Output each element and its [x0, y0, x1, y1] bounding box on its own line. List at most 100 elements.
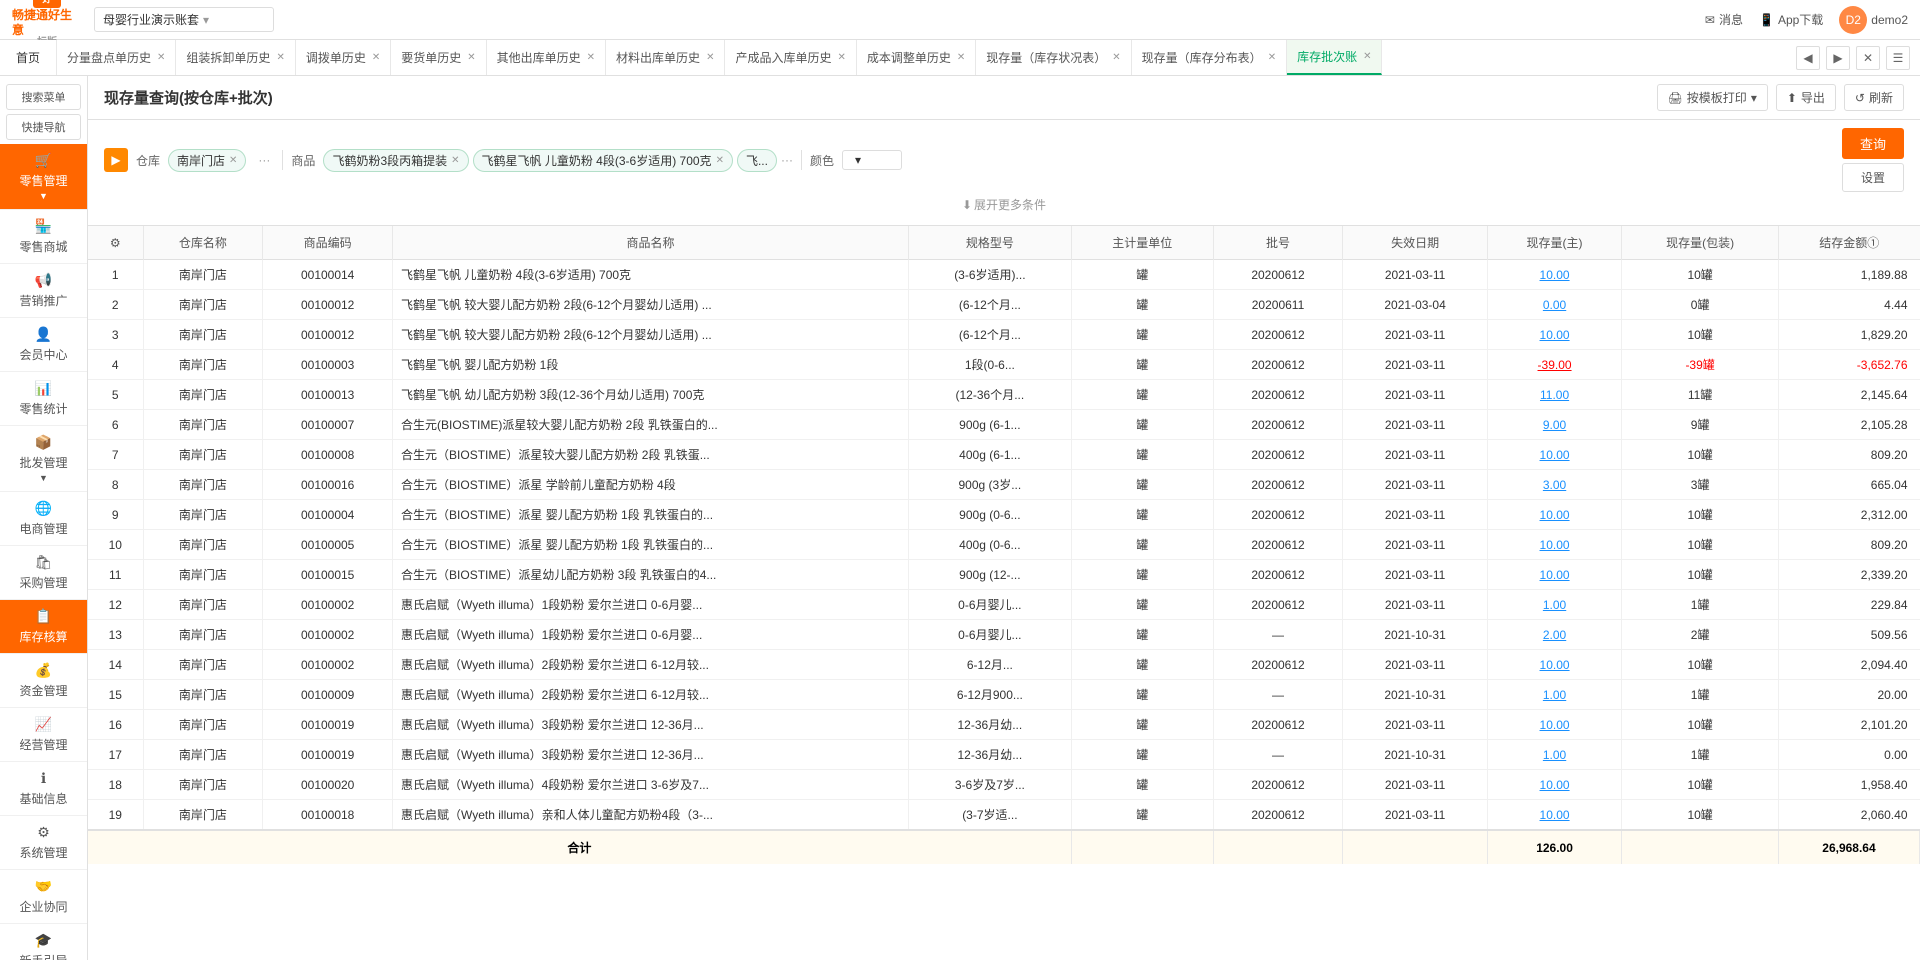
tab-prev-btn[interactable]: ◀ [1796, 46, 1820, 70]
col-settings[interactable]: ⚙ [88, 226, 143, 260]
cell-qty-main[interactable]: 1.00 [1487, 740, 1622, 770]
cell-qty-main[interactable]: 10.00 [1487, 770, 1622, 800]
sidebar-item-ops-mgmt[interactable]: 📈 经营管理 [0, 708, 87, 762]
tab-close-icon[interactable]: ✕ [957, 52, 965, 63]
tab-close-icon[interactable]: ✕ [837, 52, 845, 63]
product-tag-1[interactable]: 飞鹤奶粉3段丙箱提装 ✕ [323, 149, 468, 172]
inventory-icon: 📋 [35, 608, 52, 625]
query-btn[interactable]: 查询 [1842, 128, 1904, 159]
cell-qty-main[interactable]: 1.00 [1487, 680, 1622, 710]
tab-close-icon[interactable]: ✕ [1363, 51, 1371, 62]
tab-close-icon[interactable]: ✕ [587, 52, 595, 63]
expand-more-btn[interactable]: ⬇ 展开更多条件 [962, 196, 1046, 213]
tab-chengben-tiaozheng[interactable]: 成本调整单历史 ✕ [857, 40, 976, 75]
sidebar-item-enterprise[interactable]: 🤝 企业协同 [0, 870, 87, 924]
cell-name: 合生元（BIOSTIME）派星 婴儿配方奶粉 1段 乳铁蛋白的... [393, 500, 909, 530]
cell-qty-main[interactable]: 10.00 [1487, 710, 1622, 740]
cell-qty-main[interactable]: 11.00 [1487, 380, 1622, 410]
sidebar-item-guide[interactable]: 🎓 新手引导 [0, 924, 87, 960]
ecommerce-icon: 🌐 [35, 500, 52, 517]
cell-expire: 2021-03-11 [1343, 710, 1487, 740]
color-filter-dropdown[interactable]: ▾ [842, 150, 902, 170]
cell-qty-main[interactable]: 10.00 [1487, 560, 1622, 590]
expand-icon: ▶ [111, 153, 120, 167]
message-btn[interactable]: ✉ 消息 [1705, 11, 1743, 28]
tab-close-icon[interactable]: ✕ [372, 52, 380, 63]
cell-qty-main[interactable]: 10.00 [1487, 800, 1622, 831]
stats-icon: 📊 [35, 380, 52, 397]
cell-qty-main[interactable]: 10.00 [1487, 260, 1622, 290]
tab-close-icon[interactable]: ✕ [467, 52, 475, 63]
cell-unit: 罐 [1071, 740, 1213, 770]
tag-close-icon[interactable]: ✕ [451, 155, 459, 166]
cell-qty-main[interactable]: 0.00 [1487, 290, 1622, 320]
search-menu-btn[interactable]: 搜索菜单 [6, 84, 81, 110]
tag-close-icon[interactable]: ✕ [229, 155, 237, 166]
cell-qty-main[interactable]: 1.00 [1487, 590, 1622, 620]
export-btn[interactable]: ⬆ 导出 [1776, 84, 1836, 111]
tab-cailiao-chuku[interactable]: 材料出库单历史 ✕ [606, 40, 725, 75]
product-tag-3[interactable]: 飞... [737, 149, 777, 172]
tab-zuzhuangchaijian[interactable]: 组装拆卸单历史 ✕ [176, 40, 295, 75]
cell-qty-pkg: 11罐 [1622, 380, 1779, 410]
sidebar-item-wholesale[interactable]: 📦 批发管理 ▼ [0, 426, 87, 492]
tab-close-icon[interactable]: ✕ [706, 52, 714, 63]
tab-kucun-pici[interactable]: 库存批次账 ✕ [1287, 40, 1382, 75]
sidebar-item-retail-mgmt[interactable]: 🛒 零售管理 ▼ [0, 144, 87, 210]
table-area: ⚙ 仓库名称 商品编码 商品名称 规格型号 主计量单位 批号 失效日期 现存量(… [88, 226, 1920, 960]
tab-home[interactable]: 首页 [0, 40, 57, 75]
cell-qty-main[interactable]: -39.00 [1487, 350, 1622, 380]
product-tag-2[interactable]: 飞鹤星飞帆 儿童奶粉 4段(3-6岁适用) 700克 ✕ [473, 149, 733, 172]
cell-warehouse: 南岸门店 [143, 260, 263, 290]
sidebar-item-retail-stats[interactable]: 📊 零售统计 [0, 372, 87, 426]
sidebar-item-purchase[interactable]: 🛍 采购管理 [0, 546, 87, 600]
tab-close-icon[interactable]: ✕ [1112, 52, 1120, 63]
col-expire: 失效日期 [1343, 226, 1487, 260]
cell-qty-main[interactable]: 10.00 [1487, 650, 1622, 680]
sidebar-item-basic-info[interactable]: ℹ 基础信息 [0, 762, 87, 816]
company-select[interactable]: 母婴行业演示账套 ▾ [94, 7, 274, 32]
tab-chanchenpin-ruku[interactable]: 产成品入库单历史 ✕ [725, 40, 856, 75]
cell-name: 惠氏启赋（Wyeth illuma）亲和人体儿童配方奶粉4段（3-... [393, 800, 909, 831]
sidebar-item-retail-shop[interactable]: 🏪 零售商城 [0, 210, 87, 264]
cell-qty-main[interactable]: 10.00 [1487, 530, 1622, 560]
tab-close-icon[interactable]: ✕ [276, 52, 284, 63]
cell-amount: 2,094.40 [1778, 650, 1919, 680]
cell-qty-main[interactable]: 10.00 [1487, 500, 1622, 530]
sidebar-item-ecommerce[interactable]: 🌐 电商管理 [0, 492, 87, 546]
user-info[interactable]: D2 demo2 [1839, 6, 1908, 34]
sidebar-item-member[interactable]: 👤 会员中心 [0, 318, 87, 372]
cell-qty-main[interactable]: 3.00 [1487, 470, 1622, 500]
tab-xiancunliang-fenbiao[interactable]: 现存量（库存分布表） ✕ [1132, 40, 1287, 75]
tab-next-btn[interactable]: ▶ [1826, 46, 1850, 70]
sidebar-item-inventory[interactable]: 📋 库存核算 [0, 600, 87, 654]
cell-qty-main[interactable]: 9.00 [1487, 410, 1622, 440]
settings-btn[interactable]: 设置 [1842, 163, 1904, 192]
cell-code: 00100018 [263, 800, 393, 831]
tab-diaobo[interactable]: 调拨单历史 ✕ [296, 40, 391, 75]
refresh-btn[interactable]: ↺ 刷新 [1844, 84, 1904, 111]
tab-close-current-btn[interactable]: ✕ [1856, 46, 1880, 70]
sidebar-item-marketing[interactable]: 📢 营销推广 [0, 264, 87, 318]
template-print-btn[interactable]: 🖨 按模板打印 ▾ [1657, 84, 1768, 111]
tab-qita-chuku[interactable]: 其他出库单历史 ✕ [487, 40, 606, 75]
tab-fenliangpandian[interactable]: 分量盘点单历史 ✕ [57, 40, 176, 75]
tab-close-icon[interactable]: ✕ [1268, 52, 1276, 63]
product-more[interactable]: ··· [781, 153, 793, 167]
cell-qty-main[interactable]: 2.00 [1487, 620, 1622, 650]
color-dropdown-arrow: ▾ [855, 153, 861, 167]
quick-nav-btn[interactable]: 快捷导航 [6, 114, 81, 140]
app-download-btn[interactable]: 📱 App下载 [1759, 11, 1823, 28]
sidebar-item-finance[interactable]: 💰 资金管理 [0, 654, 87, 708]
tab-menu-btn[interactable]: ☰ [1886, 46, 1910, 70]
tab-close-icon[interactable]: ✕ [157, 52, 165, 63]
filter-expand-btn[interactable]: ▶ [104, 148, 128, 172]
cell-qty-main[interactable]: 10.00 [1487, 320, 1622, 350]
warehouse-tag[interactable]: 南岸门店 ✕ [168, 149, 246, 172]
sidebar-item-system[interactable]: ⚙ 系统管理 [0, 816, 87, 870]
tab-xiancunliang-zhuangtai[interactable]: 现存量（库存状况表） ✕ [976, 40, 1131, 75]
tab-yaohuo[interactable]: 要货单历史 ✕ [391, 40, 486, 75]
cell-qty-main[interactable]: 10.00 [1487, 440, 1622, 470]
sidebar-item-label: 零售管理 [19, 172, 67, 189]
tag-close-icon[interactable]: ✕ [716, 155, 724, 166]
